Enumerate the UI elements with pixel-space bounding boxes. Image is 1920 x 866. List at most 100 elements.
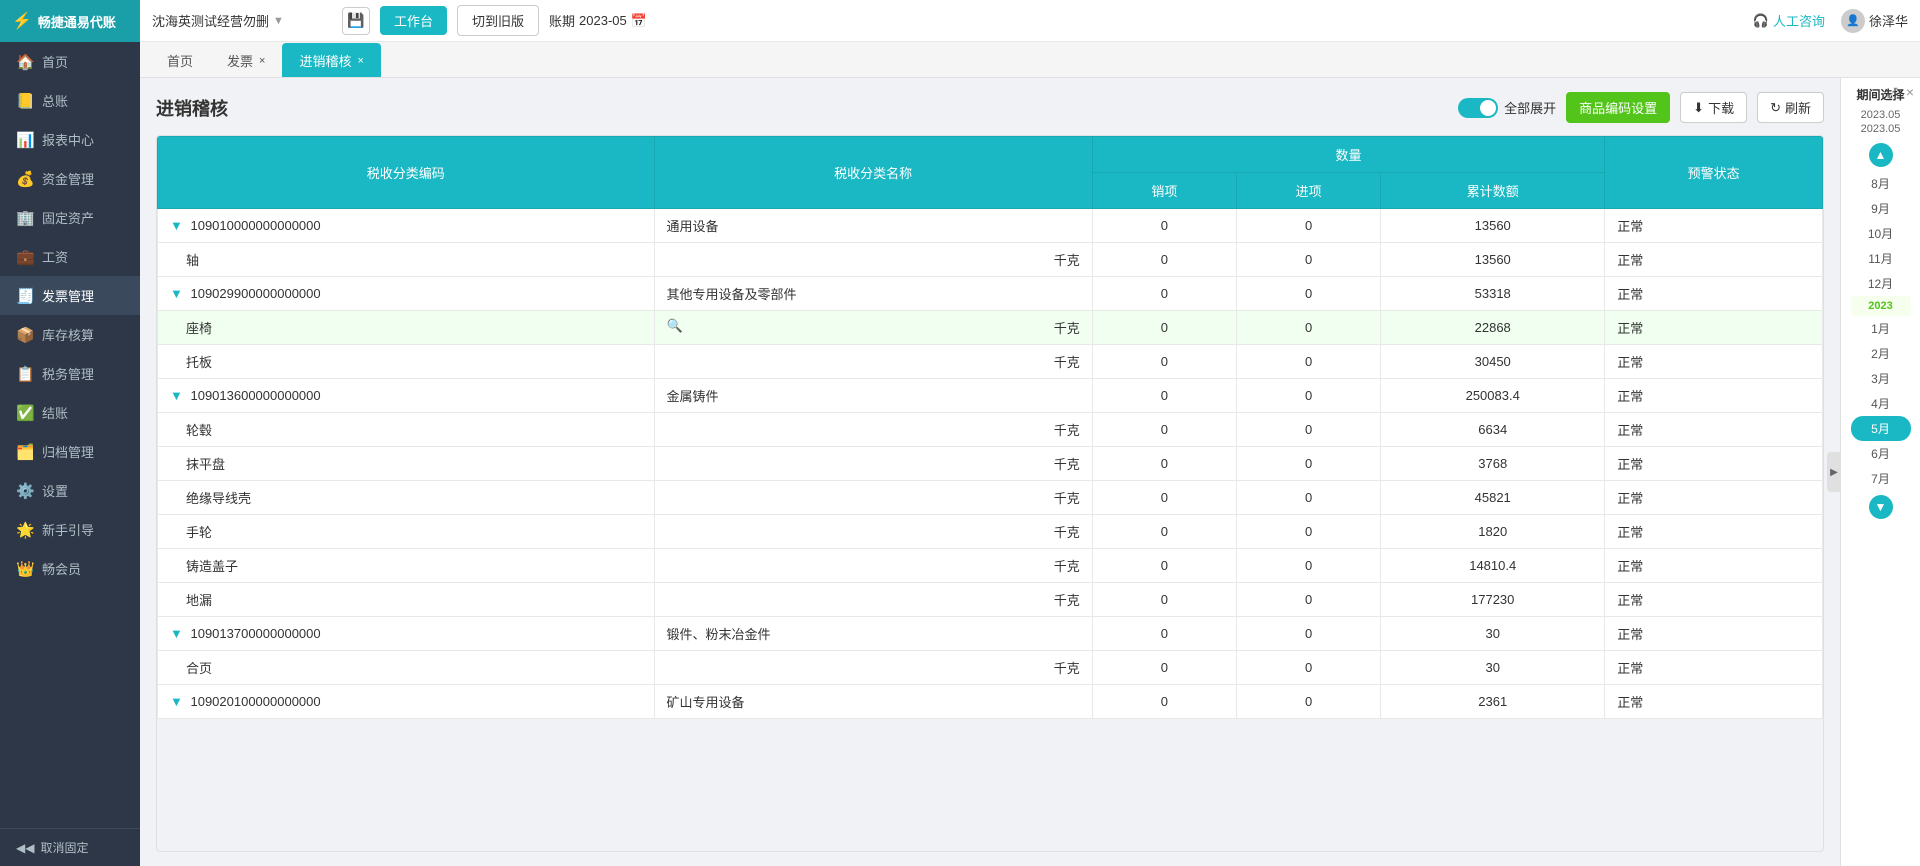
topbar: 沈海英测试经营勿删 ▼ 💾 工作台 切到旧版 账期 2023-05 📅 🎧 人工…: [140, 0, 1920, 42]
row-sale: 0: [1092, 345, 1236, 379]
sidebar-item-member[interactable]: 👑 畅会员: [0, 549, 140, 588]
row-total: 13560: [1381, 209, 1605, 243]
row-status: 正常: [1605, 617, 1823, 651]
row-status: 正常: [1605, 379, 1823, 413]
panel-up-arrow[interactable]: ▲: [1869, 143, 1893, 167]
logo-icon: ⚡: [12, 11, 32, 31]
page-title: 进销稽核: [156, 95, 228, 121]
row-status: 正常: [1605, 345, 1823, 379]
expand-icon[interactable]: ▼: [170, 626, 183, 641]
sidebar-item-settings[interactable]: ⚙️ 设置: [0, 471, 140, 510]
row-unit: 千克: [654, 583, 1092, 617]
tab-reconcile-close[interactable]: ×: [357, 55, 363, 67]
month-item[interactable]: 9月: [1851, 196, 1911, 221]
row-purchase: 0: [1237, 481, 1381, 515]
sidebar-icon-settlement: ✅: [16, 404, 34, 422]
row-status: 正常: [1605, 447, 1823, 481]
refresh-button[interactable]: ↻ 刷新: [1757, 92, 1824, 123]
row-status: 正常: [1605, 243, 1823, 277]
row-status: 正常: [1605, 685, 1823, 719]
workspace-button[interactable]: 工作台: [380, 6, 447, 35]
month-item[interactable]: 1月: [1851, 316, 1911, 341]
calendar-icon[interactable]: 📅: [631, 13, 647, 29]
save-button[interactable]: 💾: [342, 7, 370, 35]
expand-icon[interactable]: ▼: [170, 388, 183, 403]
tab-reconcile[interactable]: 进销稽核 ×: [282, 43, 380, 77]
expand-icon[interactable]: ▼: [170, 286, 183, 301]
sidebar-label-archive: 归档管理: [42, 442, 94, 461]
month-item[interactable]: 8月: [1851, 171, 1911, 196]
sidebar-item-ledger[interactable]: 📒 总账: [0, 81, 140, 120]
row-sale: 0: [1092, 243, 1236, 277]
month-item[interactable]: 12月: [1851, 271, 1911, 296]
month-item[interactable]: 11月: [1851, 246, 1911, 271]
row-code: ▼ 109010000000000000: [158, 209, 655, 243]
tab-invoice-close[interactable]: ×: [259, 55, 265, 67]
row-purchase: 0: [1237, 583, 1381, 617]
sidebar-item-settlement[interactable]: ✅ 结账: [0, 393, 140, 432]
month-item[interactable]: 4月: [1851, 391, 1911, 416]
panel-collapse-button[interactable]: ▶: [1827, 452, 1841, 492]
row-name: 通用设备: [654, 209, 1092, 243]
row-sale: 0: [1092, 515, 1236, 549]
table-row: 绝缘导线壳 千克 0 0 45821 正常: [158, 481, 1823, 515]
table-row: ▼ 109013600000000000 金属铸件 0 0 250083.4 正…: [158, 379, 1823, 413]
row-sale: 0: [1092, 311, 1236, 345]
avatar: 👤: [1841, 9, 1865, 33]
sidebar-unpin[interactable]: ◀◀ 取消固定: [0, 828, 140, 866]
sidebar-label-tax: 税务管理: [42, 364, 94, 383]
customer-service-button[interactable]: 🎧 人工咨询: [1753, 11, 1825, 30]
settings-button[interactable]: 商品编码设置: [1566, 92, 1670, 123]
row-unit: 千克: [654, 515, 1092, 549]
expand-toggle[interactable]: [1458, 98, 1498, 118]
panel-close-button[interactable]: ×: [1906, 84, 1914, 100]
sidebar-item-assets[interactable]: 🏢 固定资产: [0, 198, 140, 237]
expand-toggle-group: 全部展开: [1458, 98, 1556, 118]
period-display: 账期 2023-05 📅: [549, 11, 647, 30]
sidebar-item-archive[interactable]: 🗂️ 归档管理: [0, 432, 140, 471]
panel-down-arrow[interactable]: ▼: [1869, 495, 1893, 519]
row-total: 1820: [1381, 515, 1605, 549]
tab-invoice[interactable]: 发票 ×: [210, 43, 282, 77]
row-purchase: 0: [1237, 379, 1381, 413]
year-label[interactable]: 2023: [1851, 296, 1911, 316]
download-button[interactable]: ⬇ 下载: [1680, 92, 1747, 123]
sidebar-item-invoice[interactable]: 🧾 发票管理: [0, 276, 140, 315]
download-icon: ⬇: [1693, 100, 1704, 116]
user-menu[interactable]: 👤 徐泽华: [1841, 9, 1908, 33]
sidebar-item-payroll[interactable]: 💼 工资: [0, 237, 140, 276]
sidebar-item-guide[interactable]: 🌟 新手引导: [0, 510, 140, 549]
expand-icon[interactable]: ▼: [170, 218, 183, 233]
tab-invoice-label: 发票: [227, 51, 253, 70]
panel-expand-button[interactable]: ⤢: [1887, 84, 1898, 101]
row-code: 绝缘导线壳: [158, 481, 655, 515]
expand-icon[interactable]: ▼: [170, 694, 183, 709]
sidebar-item-reports[interactable]: 📊 报表中心: [0, 120, 140, 159]
table-row: 铸造盖子 千克 0 0 14810.4 正常: [158, 549, 1823, 583]
table-row: 托板 千克 0 0 30450 正常: [158, 345, 1823, 379]
month-item[interactable]: 3月: [1851, 366, 1911, 391]
row-sale: 0: [1092, 481, 1236, 515]
sidebar-icon-settings: ⚙️: [16, 482, 34, 500]
row-purchase: 0: [1237, 209, 1381, 243]
row-total: 3768: [1381, 447, 1605, 481]
row-purchase: 0: [1237, 549, 1381, 583]
row-code: 合页: [158, 651, 655, 685]
row-unit: 千克: [654, 549, 1092, 583]
company-selector[interactable]: 沈海英测试经营勿删 ▼: [152, 11, 332, 30]
month-item[interactable]: 5月: [1851, 416, 1911, 441]
company-dropdown-icon[interactable]: ▼: [273, 15, 284, 27]
row-unit: 🔍千克: [654, 311, 1092, 345]
month-item[interactable]: 2月: [1851, 341, 1911, 366]
sidebar-item-funds[interactable]: 💰 资金管理: [0, 159, 140, 198]
sidebar-item-inventory[interactable]: 📦 库存核算: [0, 315, 140, 354]
month-item[interactable]: 10月: [1851, 221, 1911, 246]
switch-version-button[interactable]: 切到旧版: [457, 5, 539, 36]
month-item[interactable]: 7月: [1851, 466, 1911, 491]
sidebar-item-tax[interactable]: 📋 税务管理: [0, 354, 140, 393]
month-item[interactable]: 6月: [1851, 441, 1911, 466]
data-table: 税收分类编码 税收分类名称 数量 预警状态 销项 进项 累计数额: [157, 136, 1823, 719]
tab-home[interactable]: 首页: [150, 43, 210, 77]
row-unit: 千克: [654, 481, 1092, 515]
sidebar-item-home[interactable]: 🏠 首页: [0, 42, 140, 81]
